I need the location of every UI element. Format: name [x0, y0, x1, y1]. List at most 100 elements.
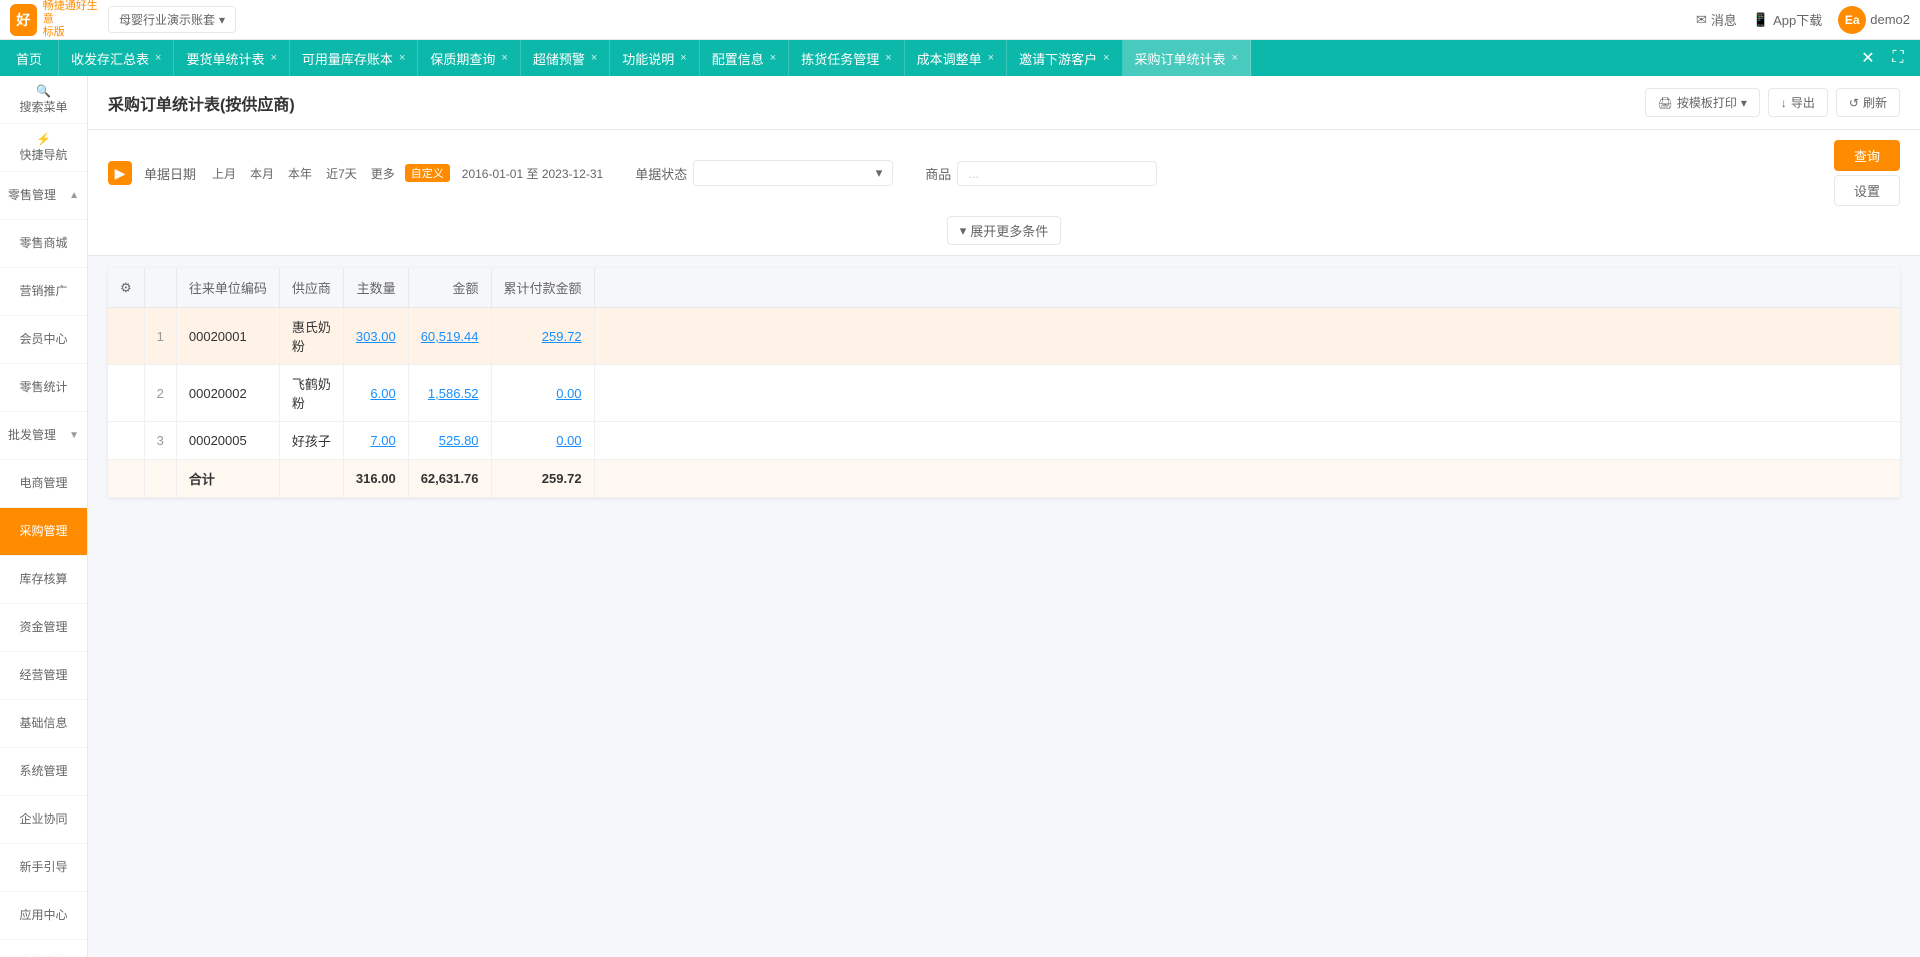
- sidebar-item-retail-stats[interactable]: 零售统计: [0, 364, 87, 412]
- tab-order-stats[interactable]: 要货单统计表 ×: [174, 40, 289, 76]
- close-icon[interactable]: ×: [680, 52, 686, 64]
- filter-bar: ▶ 单据日期 上月 本月 本年 近7天 更多 自定义 2016-01-01 至 …: [88, 130, 1920, 256]
- sidebar-item-wholesale-mgmt[interactable]: 批发管理 ▼: [0, 412, 87, 460]
- tab-overstock-warning[interactable]: 超储预警 ×: [521, 40, 610, 76]
- sidebar-item-retail-shop[interactable]: 零售商城: [0, 220, 87, 268]
- sidebar-item-search[interactable]: 🔍 搜索菜单: [0, 76, 87, 124]
- sidebar-item-marketing[interactable]: 营销推广: [0, 268, 87, 316]
- chevron-down-icon: ▾: [1741, 96, 1747, 110]
- shortcut-last-month[interactable]: 上月: [208, 163, 240, 184]
- cell-amount[interactable]: 60,519.44: [408, 308, 491, 365]
- cell-supplier-name: 好孩子: [279, 422, 343, 460]
- top-bar: 好 畅捷通好生意 标版 母婴行业演示账套 ▾ ✉ 消息 📱 App下载 Ea d…: [0, 0, 1920, 40]
- cell-quantity[interactable]: 7.00: [343, 422, 408, 460]
- settings-icon[interactable]: ⚙: [120, 280, 132, 295]
- tab-invite-downstream[interactable]: 邀请下游客户 ×: [1007, 40, 1122, 76]
- page-title: 采购订单统计表(按供应商): [108, 91, 295, 115]
- cell-extra: [594, 422, 1900, 460]
- custom-date-badge[interactable]: 自定义: [405, 164, 450, 182]
- sidebar-item-new-guide[interactable]: 新手引导: [0, 844, 87, 892]
- tab-purchase-stats[interactable]: 采购订单统计表 ×: [1123, 40, 1251, 76]
- close-icon[interactable]: ×: [155, 52, 161, 64]
- tab-home[interactable]: 首页: [0, 40, 59, 76]
- close-icon[interactable]: ×: [399, 52, 405, 64]
- user-profile[interactable]: Ea demo2: [1838, 6, 1910, 34]
- close-icon[interactable]: ×: [988, 52, 994, 64]
- tab-function-desc[interactable]: 功能说明 ×: [610, 40, 699, 76]
- refresh-button[interactable]: ↺ 刷新: [1836, 88, 1900, 117]
- print-button[interactable]: 🖨 按模板打印 ▾: [1645, 88, 1760, 117]
- goods-filter-field: 商品 ...: [925, 161, 1157, 186]
- refresh-icon: ↺: [1849, 96, 1859, 110]
- table-row[interactable]: 2 00020002 飞鹤奶粉 6.00 1,586.52 0.00: [108, 365, 1900, 422]
- cell-quantity[interactable]: 303.00: [343, 308, 408, 365]
- message-button[interactable]: ✉ 消息: [1696, 10, 1737, 29]
- tab-pick-task[interactable]: 拣货任务管理 ×: [789, 40, 904, 76]
- workspace-selector[interactable]: 母婴行业演示账套 ▾: [108, 6, 236, 33]
- date-range-text: 2016-01-01 至 2023-12-31: [462, 165, 603, 182]
- tab-config-info[interactable]: 配置信息 ×: [700, 40, 789, 76]
- print-icon: 🖨: [1658, 96, 1673, 110]
- sidebar-item-quick-nav[interactable]: ⚡ 快捷导航: [0, 124, 87, 172]
- settings-button[interactable]: 设置: [1834, 175, 1900, 206]
- cell-quantity[interactable]: 6.00: [343, 365, 408, 422]
- cell-checkbox: [108, 422, 144, 460]
- tab-available-inventory[interactable]: 可用量库存账本 ×: [290, 40, 418, 76]
- nav-icon: ⚡: [36, 132, 51, 148]
- expand-more-button[interactable]: ▾ 展开更多条件: [947, 216, 1062, 245]
- close-tab-button[interactable]: ✕: [1854, 44, 1882, 72]
- sidebar-item-retail-mgmt[interactable]: 零售管理 ▲: [0, 172, 87, 220]
- cell-paid-amount[interactable]: 259.72: [491, 308, 594, 365]
- sidebar-item-ecommerce[interactable]: 电商管理: [0, 460, 87, 508]
- sidebar-item-basic-info[interactable]: 基础信息: [0, 700, 87, 748]
- nav-right-buttons: ✕ ⛶: [1854, 44, 1920, 72]
- goods-input[interactable]: ...: [957, 161, 1157, 186]
- sidebar-item-purchase-mgmt[interactable]: 采购管理: [0, 508, 87, 556]
- tab-receive-summary[interactable]: 收发存汇总表 ×: [59, 40, 174, 76]
- shortcut-more[interactable]: 更多: [367, 163, 399, 184]
- footer-label: 合计: [176, 460, 279, 498]
- cell-amount[interactable]: 525.80: [408, 422, 491, 460]
- footer-amount: 62,631.76: [408, 460, 491, 498]
- sidebar-item-system[interactable]: 系统管理: [0, 748, 87, 796]
- sidebar-item-operations[interactable]: 经营管理: [0, 652, 87, 700]
- sidebar-item-app-center[interactable]: 应用中心: [0, 892, 87, 940]
- sidebar-item-inventory-check[interactable]: 库存核算: [0, 556, 87, 604]
- sidebar-item-enterprise-wechat[interactable]: 企业微信: [0, 940, 87, 957]
- sidebar-item-member-center[interactable]: 会员中心: [0, 316, 87, 364]
- sidebar-item-finance[interactable]: 资金管理: [0, 604, 87, 652]
- sidebar-item-enterprise-collab[interactable]: 企业协同: [0, 796, 87, 844]
- query-button[interactable]: 查询: [1834, 140, 1900, 171]
- cell-paid-amount[interactable]: 0.00: [491, 365, 594, 422]
- cell-paid-amount[interactable]: 0.00: [491, 422, 594, 460]
- shortcut-this-month[interactable]: 本月: [246, 163, 278, 184]
- status-label: 单据状态: [635, 164, 687, 183]
- close-icon[interactable]: ×: [770, 52, 776, 64]
- close-icon[interactable]: ×: [885, 52, 891, 64]
- tab-shelf-life[interactable]: 保质期查询 ×: [418, 40, 520, 76]
- cell-amount[interactable]: 1,586.52: [408, 365, 491, 422]
- th-settings[interactable]: ⚙: [108, 268, 144, 308]
- th-index: [144, 268, 176, 308]
- th-extra: [594, 268, 1900, 308]
- footer-empty-supplier: [279, 460, 343, 498]
- shortcut-7days[interactable]: 近7天: [322, 163, 361, 184]
- table-row[interactable]: 1 00020001 惠氏奶粉 303.00 60,519.44 259.72: [108, 308, 1900, 365]
- export-icon: ↓: [1781, 96, 1787, 110]
- close-icon[interactable]: ×: [270, 52, 276, 64]
- expand-tab-button[interactable]: ⛶: [1884, 44, 1912, 72]
- close-icon[interactable]: ×: [1232, 52, 1238, 64]
- shortcut-this-year[interactable]: 本年: [284, 163, 316, 184]
- cell-checkbox: [108, 308, 144, 365]
- table-row[interactable]: 3 00020005 好孩子 7.00 525.80 0.00: [108, 422, 1900, 460]
- app-download-button[interactable]: 📱 App下载: [1753, 10, 1822, 29]
- close-icon[interactable]: ×: [591, 52, 597, 64]
- status-select[interactable]: ▾: [693, 160, 893, 186]
- close-icon[interactable]: ×: [501, 52, 507, 64]
- chevron-down-icon: ▲: [69, 189, 79, 202]
- close-icon[interactable]: ×: [1103, 52, 1109, 64]
- export-button[interactable]: ↓ 导出: [1768, 88, 1828, 117]
- tab-cost-adjustment[interactable]: 成本调整单 ×: [905, 40, 1007, 76]
- filter-toggle-button[interactable]: ▶: [108, 161, 132, 185]
- status-filter-field: 单据状态 ▾: [635, 160, 893, 186]
